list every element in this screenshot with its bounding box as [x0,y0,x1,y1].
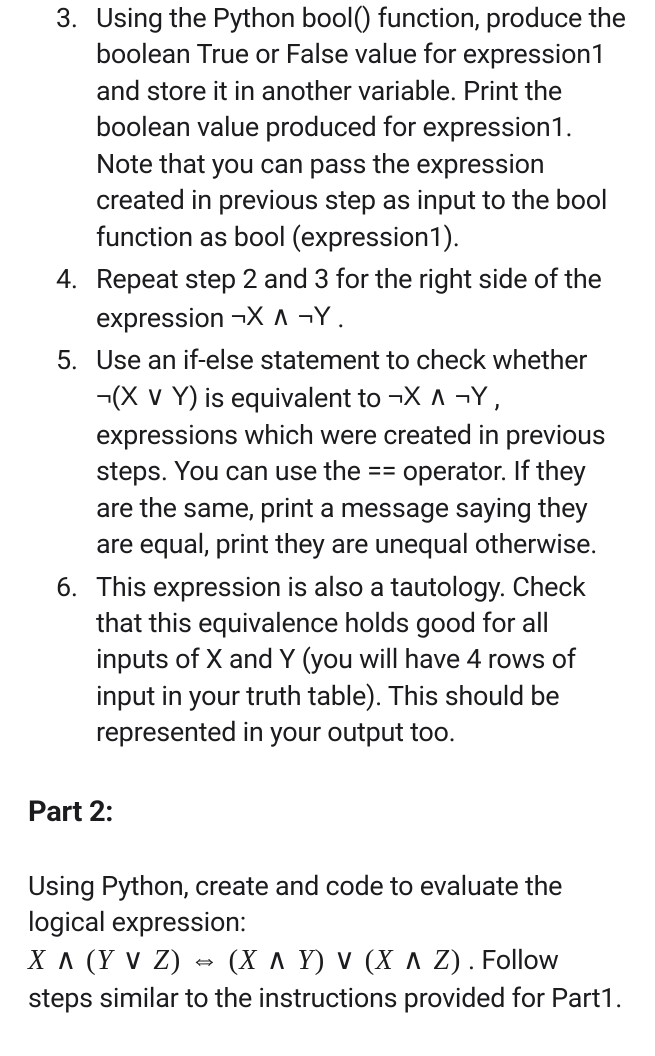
item-6-text: This expression is also a tautology. Che… [96,571,586,749]
item-4-text-a: Repeat step 2 and 3 for the right side o… [96,263,602,333]
item-5-text-a: Use an if-else statement to check whethe… [96,344,587,376]
part2-math-expression: X ∧ (Y ∨ Z) ⇔ (X ∧ Y) ∨ (X ∧ Z) [28,942,462,978]
item-4-text-b: . [331,302,344,334]
item-5-expression-2: ¬X ∧ ¬Y [388,381,488,411]
part2-intro-a: Using Python, create and code to evaluat… [28,870,562,938]
item-4-expression: ¬X ∧ ¬Y [231,301,331,331]
item-5-text-b: is equivalent to [198,382,388,414]
part2-paragraph: Using Python, create and code to evaluat… [28,868,627,1016]
part2-heading: Part 2: [28,793,627,832]
list-item-3: Using the Python bool() function, produc… [28,0,627,255]
list-item-4: Repeat step 2 and 3 for the right side o… [28,261,627,336]
list-item-6: This expression is also a tautology. Che… [28,569,627,751]
list-item-5: Use an if-else statement to check whethe… [28,342,627,563]
item-3-text: Using the Python bool() function, produc… [96,2,626,253]
item-5-expression-1: ¬(X ∨ Y) [96,381,198,411]
instruction-list: Using the Python bool() function, produc… [28,0,627,751]
